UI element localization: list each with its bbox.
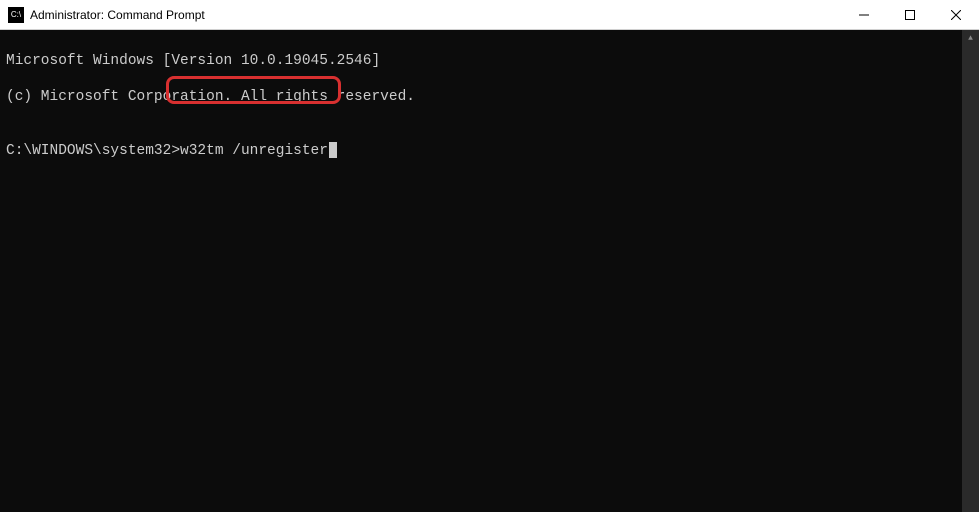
prompt-line: C:\WINDOWS\system32>w32tm /unregister	[6, 142, 956, 160]
text-cursor	[329, 142, 337, 158]
minimize-button[interactable]	[841, 0, 887, 29]
vertical-scrollbar[interactable]: ▲	[962, 30, 979, 512]
terminal-area[interactable]: Microsoft Windows [Version 10.0.19045.25…	[0, 30, 962, 512]
title-bar: C:\ Administrator: Command Prompt	[0, 0, 979, 30]
version-line: Microsoft Windows [Version 10.0.19045.25…	[6, 52, 956, 70]
command-text: w32tm /unregister	[180, 142, 328, 160]
prompt-text: C:\WINDOWS\system32>	[6, 142, 180, 160]
scroll-up-arrow[interactable]: ▲	[962, 30, 979, 47]
cmd-icon: C:\	[8, 7, 24, 23]
copyright-line: (c) Microsoft Corporation. All rights re…	[6, 88, 956, 106]
window-title: Administrator: Command Prompt	[30, 8, 841, 22]
close-button[interactable]	[933, 0, 979, 29]
maximize-button[interactable]	[887, 0, 933, 29]
window-controls	[841, 0, 979, 29]
